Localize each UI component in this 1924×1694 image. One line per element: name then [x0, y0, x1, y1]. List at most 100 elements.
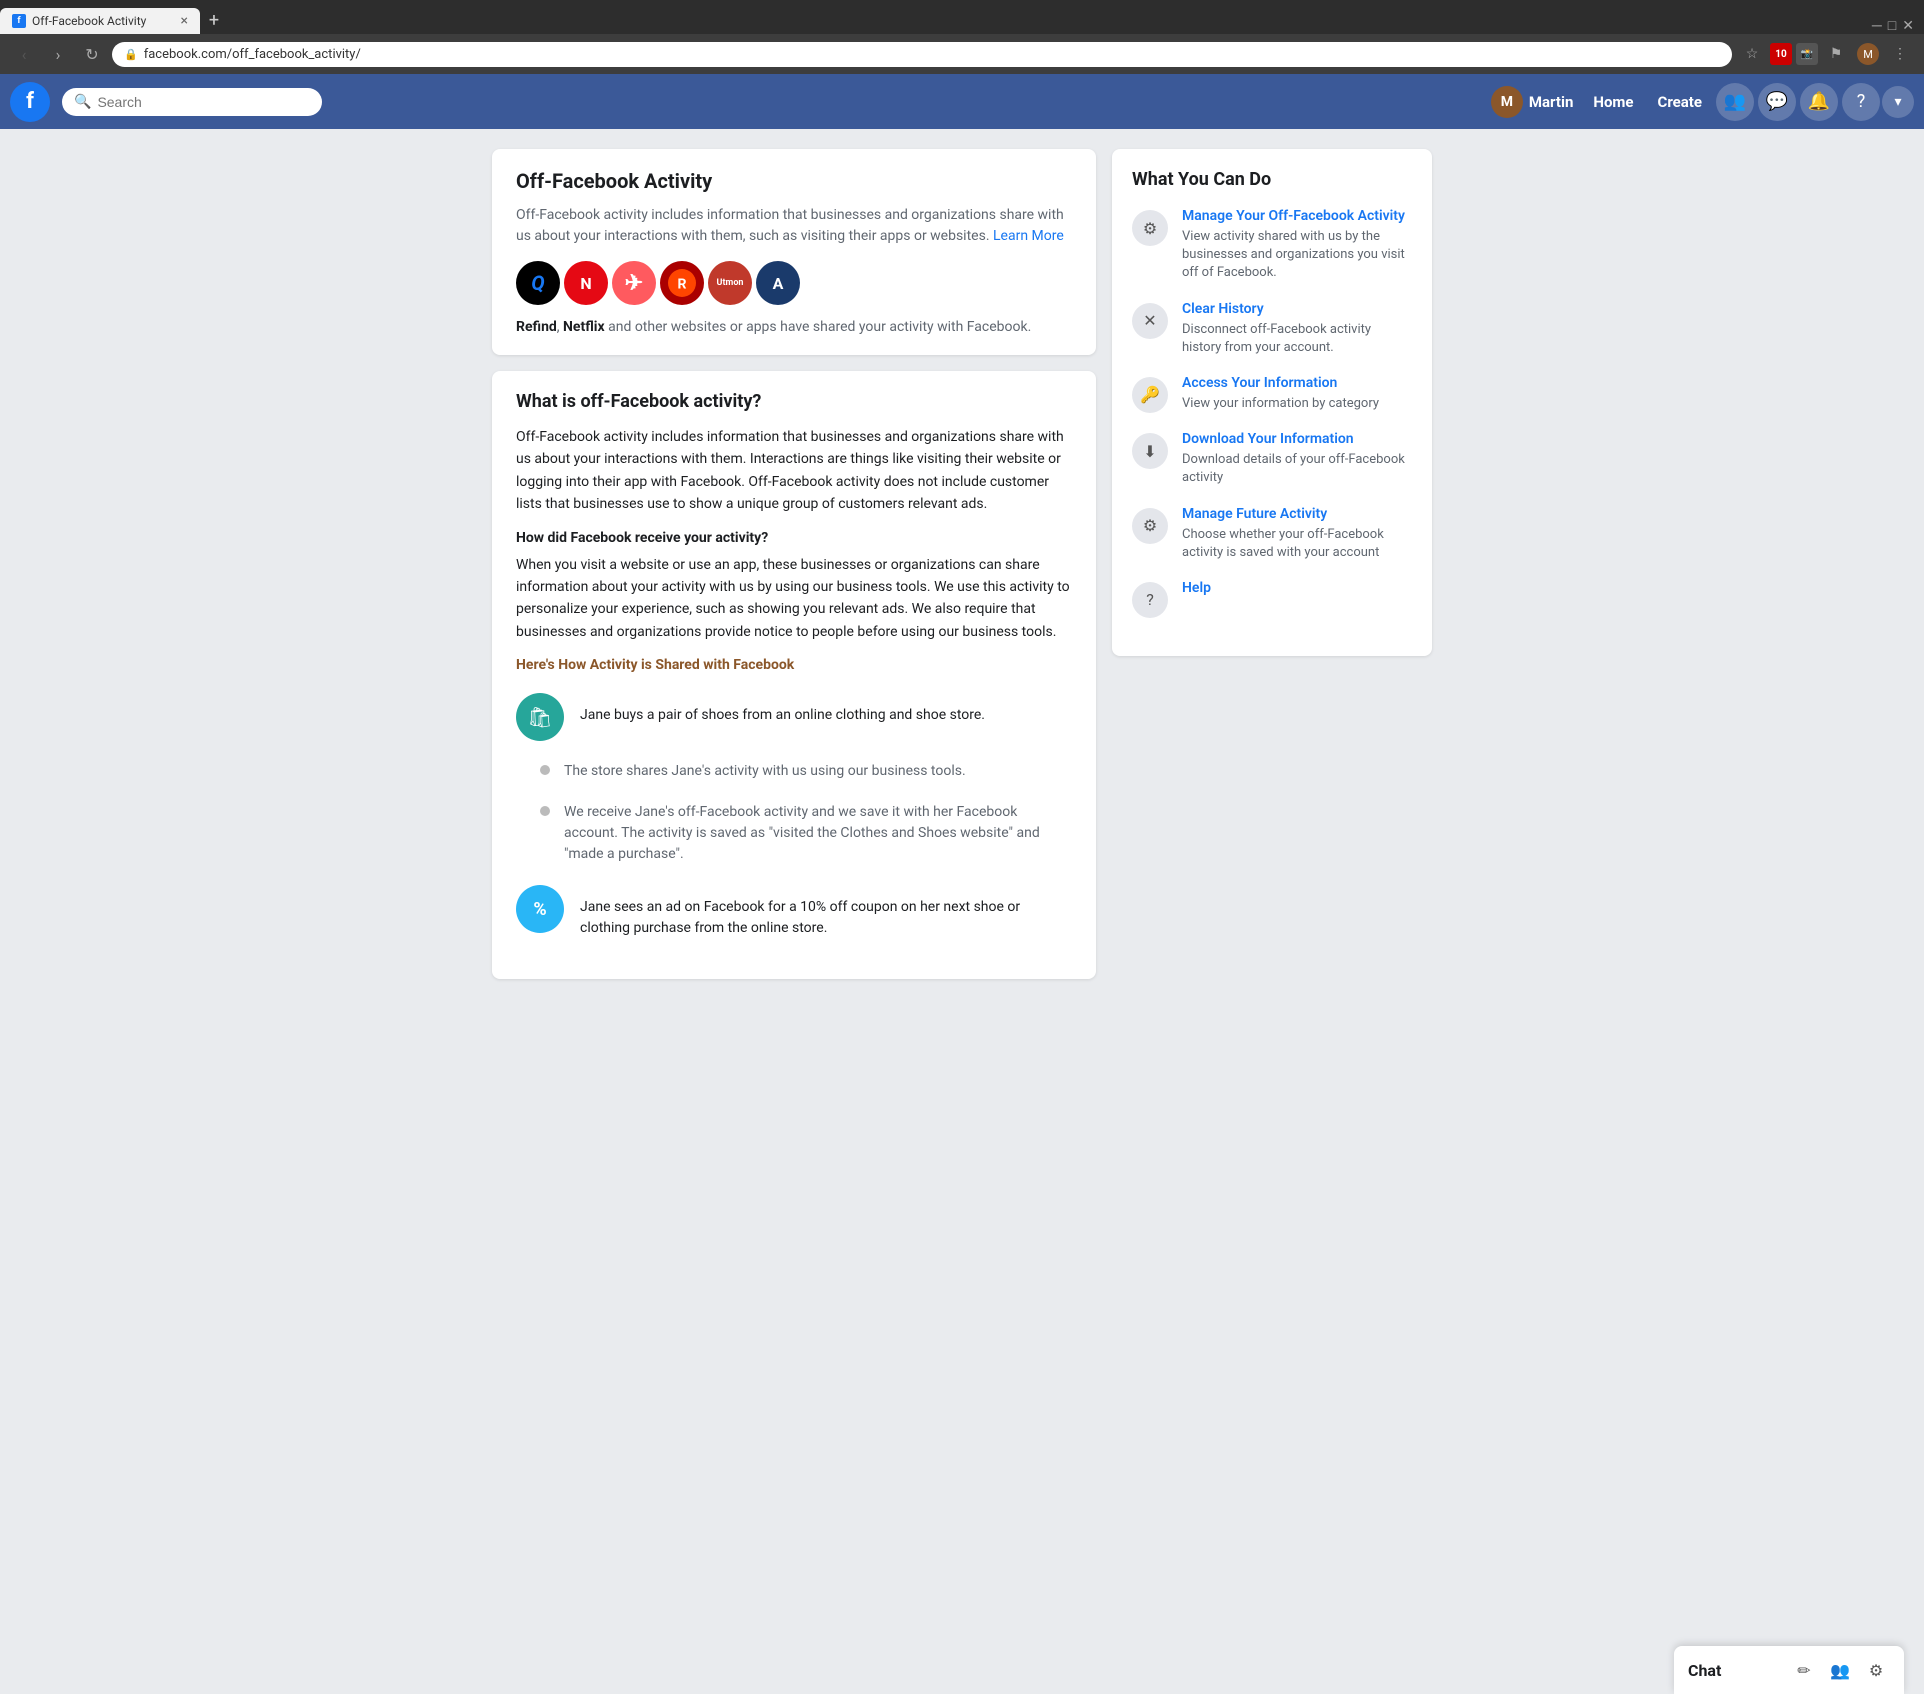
search-icon: 🔍 — [74, 94, 91, 110]
sidebar-item-future: ⚙ Manage Future Activity Choose whether … — [1132, 506, 1412, 562]
sidebar-title: What You Can Do — [1132, 169, 1412, 190]
extension-button-2[interactable]: 📸 — [1796, 43, 1818, 65]
home-link[interactable]: Home — [1581, 85, 1645, 119]
future-activity-content: Manage Future Activity Choose whether yo… — [1182, 506, 1412, 562]
search-bar: 🔍 — [62, 88, 322, 116]
search-input[interactable] — [97, 94, 310, 110]
contacts-button[interactable]: 👥 — [1826, 1656, 1854, 1684]
info-paragraph-1: Off-Facebook activity includes informati… — [516, 426, 1072, 516]
sidebar-item-clear: ✕ Clear History Disconnect off-Facebook … — [1132, 301, 1412, 357]
extension-button-3[interactable]: ⚑ — [1822, 40, 1850, 68]
app-icon-r: R — [660, 261, 704, 305]
story-step-2: % Jane sees an ad on Facebook for a 10% … — [516, 885, 1072, 939]
sidebar-item-access: 🔑 Access Your Information View your info… — [1132, 375, 1412, 413]
help-link[interactable]: Help — [1182, 580, 1412, 596]
user-profile-button[interactable]: M — [1854, 40, 1882, 68]
download-info-icon: ⬇ — [1132, 433, 1168, 469]
refresh-button[interactable]: ↻ — [78, 40, 106, 68]
main-content: Off-Facebook Activity Off-Facebook activ… — [412, 129, 1512, 999]
dot-step-2: We receive Jane's off-Facebook activity … — [540, 802, 1072, 865]
avatar: M — [1491, 86, 1523, 118]
bookmark-button[interactable]: ☆ — [1738, 40, 1766, 68]
messenger-button[interactable]: 💬 — [1758, 83, 1796, 121]
clear-history-content: Clear History Disconnect off-Facebook ac… — [1182, 301, 1412, 357]
download-info-link[interactable]: Download Your Information — [1182, 431, 1412, 447]
app-icon-n: N — [564, 261, 608, 305]
help-button[interactable]: ? — [1842, 83, 1880, 121]
maximize-button[interactable]: □ — [1888, 17, 1896, 34]
future-activity-link[interactable]: Manage Future Activity — [1182, 506, 1412, 522]
access-info-content: Access Your Information View your inform… — [1182, 375, 1412, 413]
download-info-desc: Download details of your off-Facebook ac… — [1182, 451, 1412, 487]
minimize-button[interactable]: ─ — [1872, 17, 1882, 34]
help-icon: ? — [1132, 582, 1168, 618]
url-text: facebook.com/off_facebook_activity/ — [144, 47, 1720, 62]
chat-title: Chat — [1688, 1661, 1721, 1680]
sidebar-item-help: ? Help — [1132, 580, 1412, 618]
browser-tabs: f Off-Facebook Activity × + ─ □ ✕ — [0, 0, 1924, 34]
friends-button[interactable]: 👥 — [1716, 83, 1754, 121]
extension-button-1[interactable]: 10 — [1770, 43, 1792, 65]
clear-history-link[interactable]: Clear History — [1182, 301, 1412, 317]
step1-icon: 🛍 — [516, 693, 564, 741]
dot-bullet-2 — [540, 806, 550, 816]
new-message-button[interactable]: ✏ — [1790, 1656, 1818, 1684]
user-profile-nav[interactable]: M Martin — [1483, 80, 1581, 124]
active-tab[interactable]: f Off-Facebook Activity × — [0, 8, 200, 34]
shared-title: Here's How Activity is Shared with Faceb… — [516, 657, 1072, 673]
toolbar-right: ☆ 10 📸 ⚑ M ⋮ — [1738, 40, 1914, 68]
dropdown-button[interactable]: ▾ — [1882, 86, 1914, 118]
info-card: What is off-Facebook activity? Off-Faceb… — [492, 371, 1096, 979]
address-bar[interactable]: 🔒 facebook.com/off_facebook_activity/ — [112, 42, 1732, 67]
access-info-link[interactable]: Access Your Information — [1182, 375, 1412, 391]
right-panel: What You Can Do ⚙ Manage Your Off-Facebo… — [1112, 149, 1432, 979]
clear-history-icon: ✕ — [1132, 303, 1168, 339]
dot-step-1: The store shares Jane's activity with us… — [540, 761, 1072, 782]
forward-button[interactable]: › — [44, 40, 72, 68]
user-name: Martin — [1529, 93, 1573, 111]
back-button[interactable]: ‹ — [10, 40, 38, 68]
facebook-navbar: f 🔍 M Martin Home Create 👥 💬 🔔 ? ▾ — [0, 74, 1924, 129]
browser-menu-button[interactable]: ⋮ — [1886, 40, 1914, 68]
reddit-icon: R — [668, 269, 696, 297]
activity-summary-card: Off-Facebook Activity Off-Facebook activ… — [492, 149, 1096, 355]
tab-close-button[interactable]: × — [181, 14, 188, 28]
facebook-logo: f — [10, 82, 50, 122]
app-icon-a: A — [756, 261, 800, 305]
notifications-button[interactable]: 🔔 — [1800, 83, 1838, 121]
step1-text: Jane buys a pair of shoes from an online… — [580, 693, 985, 726]
manage-activity-icon: ⚙ — [1132, 210, 1168, 246]
tab-favicon: f — [12, 14, 26, 28]
new-tab-button[interactable]: + — [200, 6, 228, 34]
manage-activity-desc: View activity shared with us by the busi… — [1182, 228, 1412, 283]
app-icon-q: Q — [516, 261, 560, 305]
tab-title: Off-Facebook Activity — [32, 14, 175, 28]
sidebar-item-download: ⬇ Download Your Information Download det… — [1132, 431, 1412, 487]
activity-card-title: Off-Facebook Activity — [516, 169, 1072, 193]
manage-activity-link[interactable]: Manage Your Off-Facebook Activity — [1182, 208, 1412, 224]
access-info-icon: 🔑 — [1132, 377, 1168, 413]
svg-text:R: R — [678, 277, 687, 293]
story-step-1: 🛍 Jane buys a pair of shoes from an onli… — [516, 693, 1072, 741]
manage-activity-content: Manage Your Off-Facebook Activity View a… — [1182, 208, 1412, 283]
future-activity-icon: ⚙ — [1132, 508, 1168, 544]
activity-card-desc: Off-Facebook activity includes informati… — [516, 205, 1072, 247]
info-paragraph-2: When you visit a website or use an app, … — [516, 554, 1072, 644]
sidebar-card: What You Can Do ⚙ Manage Your Off-Facebo… — [1112, 149, 1432, 656]
learn-more-link[interactable]: Learn More — [993, 228, 1064, 244]
info-subtitle: How did Facebook receive your activity? — [516, 530, 1072, 546]
chat-bar: Chat ✏ 👥 ⚙ — [1674, 1646, 1904, 1694]
chat-settings-button[interactable]: ⚙ — [1862, 1656, 1890, 1684]
left-panel: Off-Facebook Activity Off-Facebook activ… — [492, 149, 1096, 979]
download-info-content: Download Your Information Download detai… — [1182, 431, 1412, 487]
step2-icon: % — [516, 885, 564, 933]
future-activity-desc: Choose whether your off-Facebook activit… — [1182, 526, 1412, 562]
activity-note: Refind, Netflix and other websites or ap… — [516, 319, 1072, 335]
close-window-button[interactable]: ✕ — [1902, 18, 1914, 34]
sidebar-item-manage: ⚙ Manage Your Off-Facebook Activity View… — [1132, 208, 1412, 283]
create-link[interactable]: Create — [1646, 85, 1714, 119]
security-icon: 🔒 — [124, 48, 138, 61]
dot-step-2-text: We receive Jane's off-Facebook activity … — [564, 802, 1072, 865]
dot-step-1-text: The store shares Jane's activity with us… — [564, 761, 966, 782]
help-content: Help — [1182, 580, 1412, 600]
